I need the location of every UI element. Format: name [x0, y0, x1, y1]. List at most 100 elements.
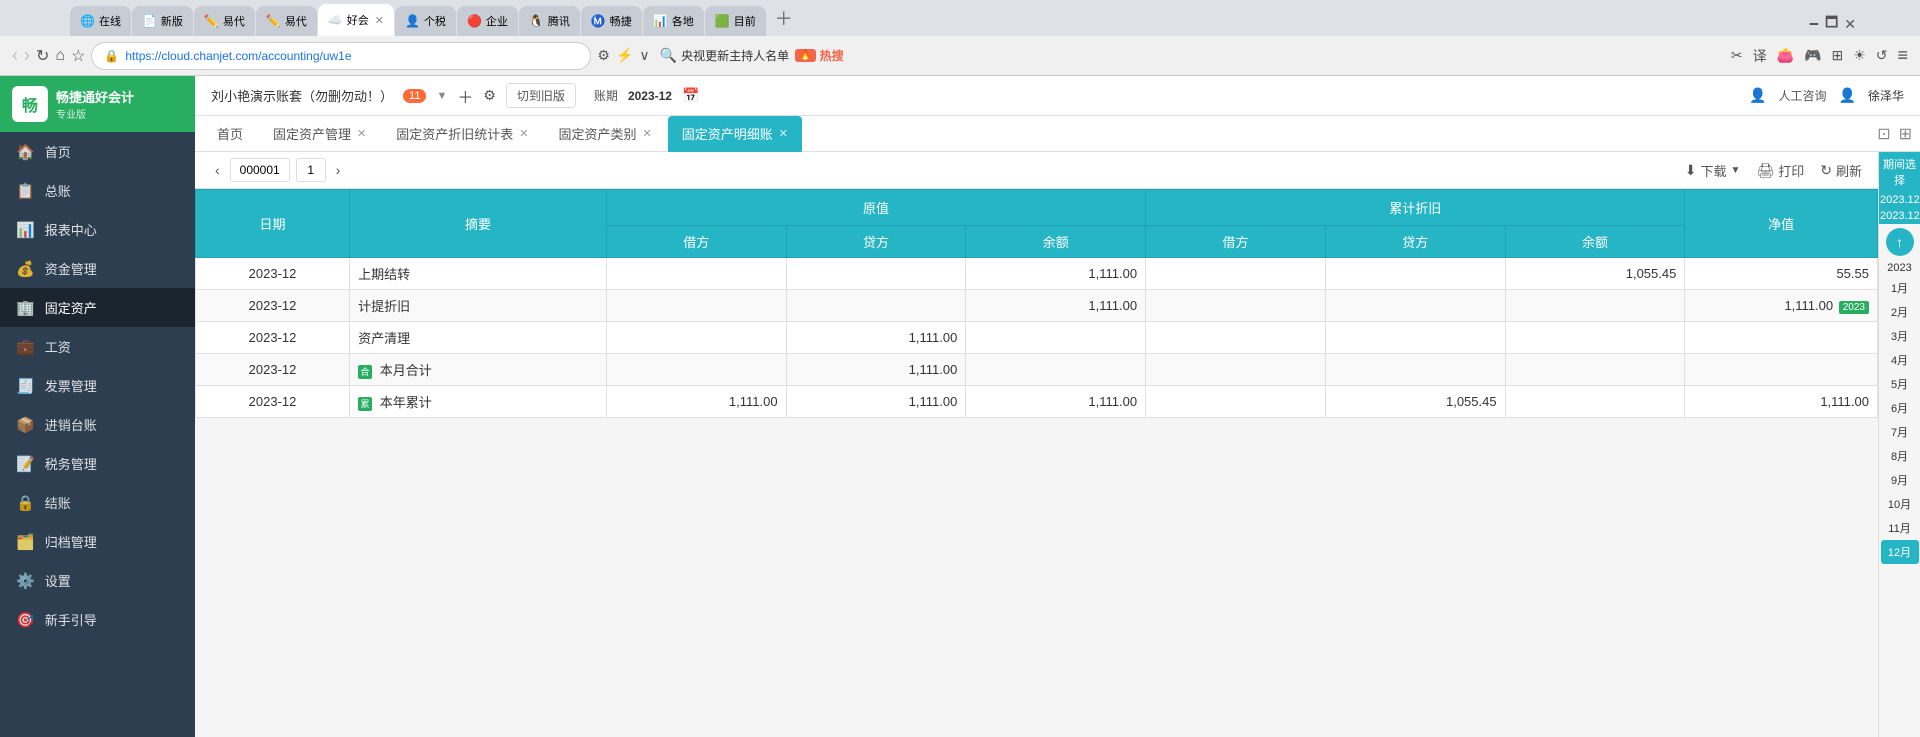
- scroll-top-button[interactable]: ↑: [1886, 228, 1914, 256]
- sidebar-item-inventory[interactable]: 📦 进销台账: [0, 405, 195, 444]
- period-item-10[interactable]: 10月: [1881, 492, 1919, 516]
- forward-button[interactable]: ›: [24, 45, 30, 66]
- calendar-icon[interactable]: 📅: [682, 87, 699, 104]
- browser-tab-yidai1[interactable]: ✏️ 易代: [194, 6, 255, 36]
- browser-tab-gedi[interactable]: 📊 各地: [643, 6, 704, 36]
- menu-icon[interactable]: ≡: [1897, 45, 1908, 66]
- maximize-button[interactable]: 🗖: [1825, 12, 1838, 36]
- sidebar-item-general-ledger[interactable]: 📋 总账: [0, 171, 195, 210]
- address-input[interactable]: 🔒 https://cloud.chanjet.com/accounting/u…: [91, 42, 591, 70]
- bookmark-button[interactable]: ☆: [71, 46, 85, 66]
- period-item-7[interactable]: 7月: [1881, 420, 1919, 444]
- browser-tab-changjie[interactable]: Ⓜ️ 畅捷: [581, 6, 642, 36]
- tab-close-icon[interactable]: ✕: [357, 127, 366, 140]
- tab-close-icon[interactable]: ✕: [779, 127, 788, 140]
- refresh-button[interactable]: ↻ 刷新: [1820, 161, 1862, 180]
- period-selected-row2[interactable]: 2023.12: [1879, 208, 1920, 224]
- tab-close-icon[interactable]: ✕: [519, 127, 528, 140]
- next-page-button[interactable]: ›: [332, 160, 345, 180]
- period-item-9[interactable]: 9月: [1881, 468, 1919, 492]
- switch-version-button[interactable]: 切到旧版: [506, 83, 576, 108]
- home-button[interactable]: ⌂: [55, 47, 65, 65]
- download-button[interactable]: ⬇ 下载 ▼: [1685, 161, 1741, 180]
- browser-tab-tencent[interactable]: 🐧 腾讯: [519, 6, 580, 36]
- service-button[interactable]: 人工咨询: [1779, 87, 1827, 104]
- tab-home-label: 首页: [217, 124, 243, 143]
- refresh-icon: ↻: [1820, 162, 1832, 179]
- sidebar-item-invoice[interactable]: 🧾 发票管理: [0, 366, 195, 405]
- translate-icon[interactable]: 译: [1753, 46, 1767, 66]
- sidebar-item-guide[interactable]: 🎯 新手引导: [0, 600, 195, 639]
- lightning-icon[interactable]: ⚡: [616, 47, 633, 64]
- period-header[interactable]: 期间选择: [1879, 152, 1920, 192]
- reload-button[interactable]: ↻: [36, 46, 49, 66]
- sidebar-item-reports[interactable]: 📊 报表中心: [0, 210, 195, 249]
- undo-icon[interactable]: ↺: [1876, 47, 1888, 64]
- period-item-2[interactable]: 2月: [1881, 300, 1919, 324]
- sidebar-item-closing[interactable]: 🔒 结账: [0, 483, 195, 522]
- tab-fixed-assets-mgmt[interactable]: 固定资产管理 ✕: [259, 116, 380, 152]
- sidebar-item-label: 总账: [45, 181, 71, 200]
- browser-tab-yidai2[interactable]: ✏️ 易代: [256, 6, 317, 36]
- period-item-4[interactable]: 4月: [1881, 348, 1919, 372]
- prev-page-button[interactable]: ‹: [211, 160, 224, 180]
- app-header: 刘小艳演示账套（勿删勿动！） 11 ▼ ＋ ⚙ 切到旧版 账期 2023-12 …: [195, 76, 1920, 116]
- expand-panel-icon[interactable]: ⊞: [1899, 124, 1912, 144]
- browser-tab-mubiao[interactable]: 🟩 目前: [705, 6, 766, 36]
- new-tab-button[interactable]: ＋: [767, 5, 801, 31]
- cell-orig-balance: [966, 322, 1146, 354]
- browser-tab-new[interactable]: 📄 新版: [132, 6, 193, 36]
- sidebar-item-archive[interactable]: 🗂️ 归档管理: [0, 522, 195, 561]
- archive-icon: 🗂️: [16, 533, 35, 551]
- settings-icon[interactable]: ⚙: [483, 87, 496, 104]
- cell-net-value: 55.55: [1685, 258, 1878, 290]
- period-item-1[interactable]: 1月: [1881, 276, 1919, 300]
- tab-depreciation[interactable]: 固定资产折旧统计表 ✕: [382, 116, 542, 152]
- grid-icon[interactable]: ⊞: [1831, 47, 1843, 64]
- period-item-12-active[interactable]: 12月: [1881, 540, 1919, 564]
- close-button[interactable]: ✕: [1844, 16, 1856, 33]
- expand-icon[interactable]: ∨: [639, 47, 649, 64]
- minimize-button[interactable]: 🗕: [1809, 12, 1819, 36]
- tab-close-icon[interactable]: ✕: [643, 127, 652, 140]
- browser-tab-online[interactable]: 🌐 在线: [70, 6, 131, 36]
- browser-tab-active[interactable]: ☁️ 好会 ✕: [318, 4, 394, 36]
- sidebar-item-funds[interactable]: 💰 资金管理: [0, 249, 195, 288]
- cell-orig-balance: 1,111.00: [966, 386, 1146, 418]
- tab-close-icon[interactable]: ✕: [375, 14, 384, 27]
- period-label: 账期: [594, 87, 618, 104]
- wallet-icon[interactable]: 👛: [1777, 47, 1794, 64]
- minimize-panel-icon[interactable]: ⊡: [1877, 124, 1890, 144]
- period-item-11[interactable]: 11月: [1881, 516, 1919, 540]
- sidebar-item-label: 结账: [45, 493, 71, 512]
- page-code-input[interactable]: [230, 158, 290, 182]
- scissors-icon[interactable]: ✂: [1731, 47, 1743, 64]
- share-icon[interactable]: ⚙: [597, 47, 610, 64]
- sidebar-item-tax[interactable]: 📝 税务管理: [0, 444, 195, 483]
- period-selected-row1[interactable]: 2023.12: [1879, 192, 1920, 208]
- account-dropdown-icon[interactable]: ▼: [436, 90, 447, 102]
- sidebar-logo: 畅: [12, 86, 48, 122]
- cell-orig-debit: 1,111.00: [606, 386, 786, 418]
- tab-ledger-active[interactable]: 固定资产明细账 ✕: [668, 116, 802, 152]
- browser-tab-tax[interactable]: 👤 个税: [395, 6, 456, 36]
- page-number-input[interactable]: [296, 158, 326, 182]
- period-item-8[interactable]: 8月: [1881, 444, 1919, 468]
- back-button[interactable]: ‹: [12, 45, 18, 66]
- tab-favicon: 🟩: [715, 14, 730, 28]
- period-item-3[interactable]: 3月: [1881, 324, 1919, 348]
- gamepad-icon[interactable]: 🎮: [1804, 47, 1821, 64]
- browser-tab-enterprise[interactable]: 🔴 企业: [457, 6, 518, 36]
- sidebar-item-fixed-assets[interactable]: 🏢 固定资产: [0, 288, 195, 327]
- th-accum-credit: 贷方: [1325, 226, 1505, 258]
- period-item-6[interactable]: 6月: [1881, 396, 1919, 420]
- print-button[interactable]: 🖨 打印: [1756, 161, 1804, 180]
- period-item-5[interactable]: 5月: [1881, 372, 1919, 396]
- tab-home[interactable]: 首页: [203, 116, 257, 152]
- tab-category[interactable]: 固定资产类别 ✕: [544, 116, 665, 152]
- sidebar-item-home[interactable]: 🏠 首页: [0, 132, 195, 171]
- sidebar-item-payroll[interactable]: 💼 工资: [0, 327, 195, 366]
- sun-icon[interactable]: ☀: [1853, 47, 1866, 64]
- add-button[interactable]: ＋: [457, 84, 473, 108]
- sidebar-item-settings[interactable]: ⚙️ 设置: [0, 561, 195, 600]
